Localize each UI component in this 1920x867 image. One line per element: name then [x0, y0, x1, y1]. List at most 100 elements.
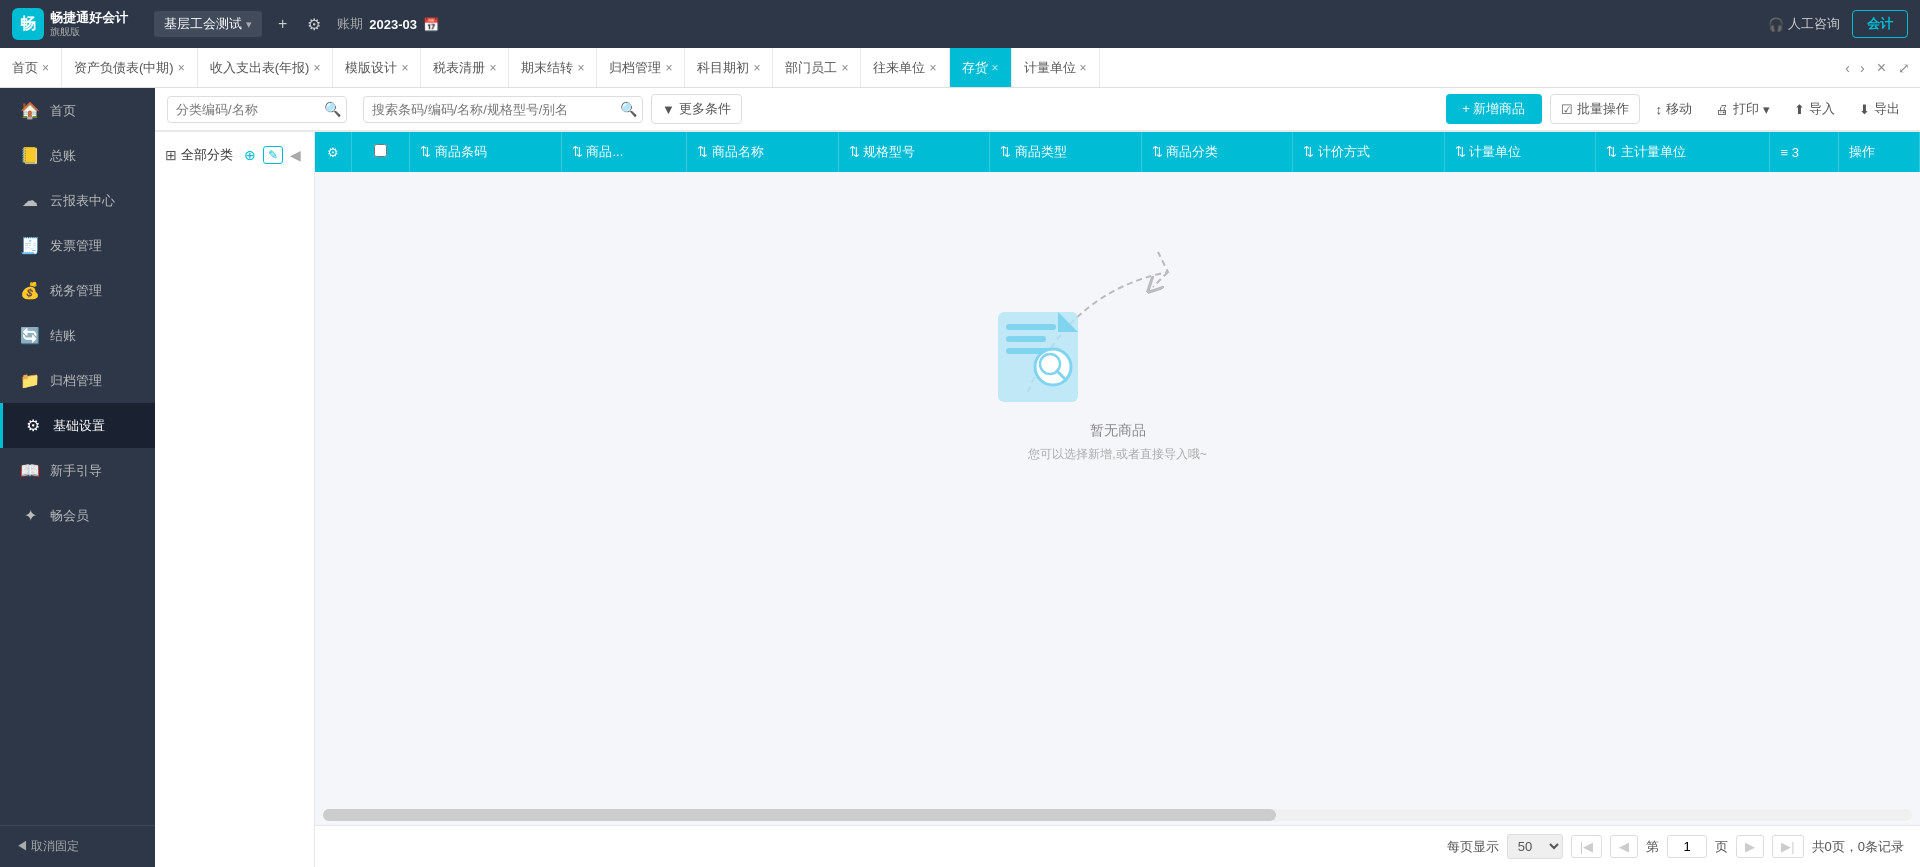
- category-add-button[interactable]: ⊕: [241, 146, 259, 164]
- last-page-button[interactable]: ▶|: [1772, 835, 1803, 858]
- headset-icon: 🎧: [1768, 17, 1784, 32]
- tab-contacts-close[interactable]: ×: [929, 61, 936, 75]
- tab-inventory-close[interactable]: ×: [992, 61, 999, 75]
- category-sidebar: ⊞ 全部分类 ⊕ ✎ ◀: [155, 132, 315, 867]
- table-col-code[interactable]: ⇅ 商品...: [561, 132, 686, 172]
- sidebar-item-tax[interactable]: 💰 税务管理: [0, 268, 155, 313]
- customer-service-button[interactable]: 🎧 人工咨询: [1768, 15, 1840, 33]
- empty-state: 暂无商品 您可以选择新增,或者直接导入哦~: [315, 172, 1920, 503]
- tab-archive[interactable]: 归档管理 ×: [597, 48, 685, 88]
- export-button[interactable]: ⬇ 导出: [1851, 95, 1908, 123]
- cancel-fixed-button[interactable]: ◀ 取消固定: [16, 838, 139, 855]
- tab-balance-sheet[interactable]: 资产负债表(中期) ×: [62, 48, 198, 88]
- category-search-icon[interactable]: 🔍: [324, 101, 341, 117]
- grid-icon: ⊞: [165, 147, 177, 163]
- main-search-icon[interactable]: 🔍: [620, 101, 637, 117]
- tab-subject-init[interactable]: 科目期初 ×: [685, 48, 773, 88]
- tab-template[interactable]: 模版设计 ×: [333, 48, 421, 88]
- company-selector[interactable]: 基层工会测试 ▾: [154, 11, 262, 37]
- tab-unit-close[interactable]: ×: [1080, 61, 1087, 75]
- tab-subject-init-close[interactable]: ×: [753, 61, 760, 75]
- horizontal-scrollbar[interactable]: [323, 809, 1912, 821]
- tab-home[interactable]: 首页 ×: [0, 48, 62, 88]
- category-edit-button[interactable]: ✎: [263, 146, 283, 164]
- tab-template-close[interactable]: ×: [401, 61, 408, 75]
- table-scroll-wrapper: ⚙ ⇅ 商品条码 ⇅ 商品... ⇅ 商品名称 ⇅ 规格型号 ⇅ 商品类型 ⇅ …: [315, 132, 1920, 805]
- sidebar-item-home[interactable]: 🏠 首页: [0, 88, 155, 133]
- tab-next-button[interactable]: ›: [1856, 58, 1869, 78]
- prev-page-button[interactable]: ◀: [1610, 835, 1638, 858]
- sidebar-item-member[interactable]: ✦ 畅会员: [0, 493, 155, 538]
- tab-department-label: 部门员工: [785, 59, 837, 77]
- tab-tax[interactable]: 税表清册 ×: [421, 48, 509, 88]
- page-number-input[interactable]: [1667, 835, 1707, 858]
- table-col-unit[interactable]: ⇅ 计量单位: [1444, 132, 1596, 172]
- sidebar-item-close[interactable]: 🔄 结账: [0, 313, 155, 358]
- sidebar-item-guide[interactable]: 📖 新手引导: [0, 448, 155, 493]
- main-search-input[interactable]: [363, 96, 643, 123]
- tab-unit[interactable]: 计量单位 ×: [1012, 48, 1100, 88]
- tab-department-close[interactable]: ×: [841, 61, 848, 75]
- first-page-button[interactable]: |◀: [1571, 835, 1602, 858]
- tab-balance-sheet-close[interactable]: ×: [178, 61, 185, 75]
- tab-inventory-label: 存货: [962, 59, 988, 77]
- archive-icon: 📁: [20, 371, 40, 390]
- tab-prev-button[interactable]: ‹: [1841, 58, 1854, 78]
- scroll-thumb[interactable]: [323, 809, 1276, 821]
- sidebar-item-reports[interactable]: ☁ 云报表中心: [0, 178, 155, 223]
- print-button[interactable]: 🖨 打印 ▾: [1708, 95, 1778, 123]
- top-action-bar: 🔍 🔍 ▼ 更多条件 + 新增商品 ☑ 批量操作: [155, 88, 1920, 132]
- tab-inventory[interactable]: 存货 ×: [950, 48, 1012, 88]
- print-label: 打印: [1733, 100, 1759, 118]
- table-col-category[interactable]: ⇅ 商品分类: [1141, 132, 1293, 172]
- category-search-input[interactable]: [167, 96, 347, 123]
- table-col-name[interactable]: ⇅ 商品名称: [687, 132, 839, 172]
- sidebar-item-settings[interactable]: ⚙ 基础设置: [0, 403, 155, 448]
- table-col-extra[interactable]: ≡ 3: [1770, 132, 1838, 172]
- sidebar-item-invoice[interactable]: 🧾 发票管理: [0, 223, 155, 268]
- table-col-main-unit[interactable]: ⇅ 主计量单位: [1596, 132, 1770, 172]
- next-page-button[interactable]: ▶: [1736, 835, 1764, 858]
- tab-close-all-button[interactable]: ×: [1871, 57, 1892, 79]
- new-product-button[interactable]: + 新增商品: [1446, 94, 1541, 124]
- tab-contacts[interactable]: 往来单位 ×: [861, 48, 949, 88]
- sort-icon: ⇅: [1152, 144, 1163, 159]
- table-col-price-method[interactable]: ⇅ 计价方式: [1293, 132, 1445, 172]
- tab-period-close-x[interactable]: ×: [577, 61, 584, 75]
- table-area: ⚙ ⇅ 商品条码 ⇅ 商品... ⇅ 商品名称 ⇅ 规格型号 ⇅ 商品类型 ⇅ …: [315, 132, 1920, 867]
- sidebar-item-archive[interactable]: 📁 归档管理: [0, 358, 155, 403]
- svg-rect-2: [1006, 336, 1046, 342]
- tab-archive-close[interactable]: ×: [665, 61, 672, 75]
- calendar-icon[interactable]: 📅: [423, 17, 439, 32]
- import-button[interactable]: ⬆ 导入: [1786, 95, 1843, 123]
- tab-period-close[interactable]: 期末结转 ×: [509, 48, 597, 88]
- category-collapse-button[interactable]: ◀: [287, 146, 304, 164]
- sidebar-item-ledger[interactable]: 📒 总账: [0, 133, 155, 178]
- select-all-checkbox[interactable]: [374, 144, 387, 157]
- table-col-settings[interactable]: ⚙: [315, 132, 351, 172]
- per-page-select[interactable]: 10 20 50 100: [1507, 834, 1563, 859]
- table-col-checkbox[interactable]: [351, 132, 410, 172]
- empty-illustration: [968, 232, 1268, 412]
- add-tab-button[interactable]: +: [274, 15, 291, 33]
- tab-income-statement-close[interactable]: ×: [313, 61, 320, 75]
- sort-icon: ⇅: [572, 144, 583, 159]
- tab-tax-close[interactable]: ×: [489, 61, 496, 75]
- tab-home-close[interactable]: ×: [42, 61, 49, 75]
- tab-income-statement-label: 收入支出表(年报): [210, 59, 310, 77]
- tab-income-statement[interactable]: 收入支出表(年报) ×: [198, 48, 334, 88]
- batch-operation-button[interactable]: ☑ 批量操作: [1550, 94, 1640, 124]
- settings-button[interactable]: ⚙: [303, 15, 325, 34]
- table-col-barcode[interactable]: ⇅ 商品条码: [410, 132, 562, 172]
- cancel-fixed-label: ◀ 取消固定: [16, 838, 79, 855]
- tab-department[interactable]: 部门员工 ×: [773, 48, 861, 88]
- table-col-spec[interactable]: ⇅ 规格型号: [838, 132, 990, 172]
- tab-expand-button[interactable]: ⤢: [1894, 58, 1914, 78]
- table-col-type[interactable]: ⇅ 商品类型: [990, 132, 1142, 172]
- export-icon: ⬇: [1859, 102, 1870, 117]
- tab-subject-init-label: 科目期初: [697, 59, 749, 77]
- move-label: 移动: [1666, 100, 1692, 118]
- more-filter-button[interactable]: ▼ 更多条件: [651, 94, 742, 124]
- move-button[interactable]: ↕ 移动: [1648, 95, 1701, 123]
- account-button[interactable]: 会计: [1852, 10, 1908, 38]
